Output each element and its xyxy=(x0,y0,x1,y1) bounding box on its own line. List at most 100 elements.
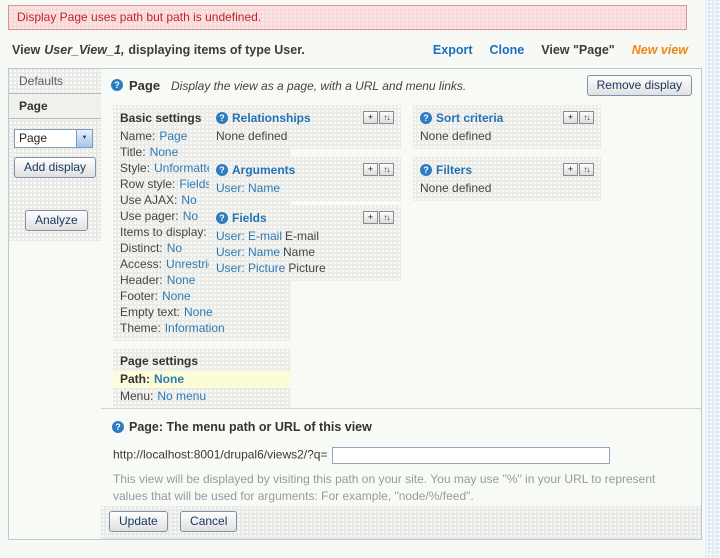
help-icon[interactable]: ? xyxy=(216,211,228,224)
field-item-link[interactable]: User: E-mail xyxy=(216,229,282,243)
view-summary: View User_View_1, displaying items of type… xyxy=(12,43,309,57)
setting-value-link[interactable]: None xyxy=(184,305,213,319)
help-icon[interactable]: ? xyxy=(420,111,432,124)
view-summary-prefix: View xyxy=(12,43,41,57)
help-icon[interactable]: ? xyxy=(216,111,228,124)
setting-label: Items to display: xyxy=(120,225,207,239)
filters-header: ? Filters + ↑↓ xyxy=(420,162,594,177)
field-item-link[interactable]: User: Name xyxy=(216,245,280,259)
add-icon[interactable]: + xyxy=(563,163,578,176)
setting-value-link[interactable]: No xyxy=(181,193,196,207)
path-edit-form: ? Page: The menu path or URL of this vie… xyxy=(101,408,701,539)
path-input[interactable] xyxy=(332,447,611,464)
add-icon[interactable]: + xyxy=(563,111,578,124)
argument-item-link[interactable]: User: Name xyxy=(216,181,280,195)
view-name: User_View_1, xyxy=(44,43,125,57)
relationships-title-link[interactable]: Relationships xyxy=(232,111,311,125)
path-url-row: http://localhost:8001/drupal6/views2/?q= xyxy=(113,447,611,464)
field-item-link[interactable]: User: Picture xyxy=(216,261,285,275)
export-link[interactable]: Export xyxy=(433,43,473,57)
setting-label: Use AJAX: xyxy=(120,193,178,207)
setting-label: Title: xyxy=(120,145,146,159)
display-settings-header: ? Page Display the view as a page, with … xyxy=(101,69,701,101)
field-item: User: Name Name xyxy=(216,244,394,260)
setting-row-footer: Footer: None xyxy=(120,288,284,304)
field-item: User: E-mail E-mail xyxy=(216,228,394,244)
url-prefix-label: http://localhost:8001/drupal6/views2/?q= xyxy=(113,447,328,462)
fields-box: ? Fields + ↑↓ User: E-mail E-mail User: N… xyxy=(209,205,401,281)
add-icon[interactable]: + xyxy=(363,163,378,176)
setting-label: Theme: xyxy=(120,321,161,335)
setting-value-link[interactable]: No xyxy=(183,209,198,223)
setting-label: Footer: xyxy=(120,289,159,303)
theme-background-strip xyxy=(705,0,720,558)
sort-criteria-header: ? Sort criteria + ↑↓ xyxy=(420,110,594,125)
tab-page[interactable]: Page xyxy=(9,94,101,119)
setting-value-link[interactable]: None xyxy=(162,289,191,303)
help-icon[interactable]: ? xyxy=(420,163,432,176)
setting-row-empty-text: Empty text: None xyxy=(120,304,284,320)
help-icon[interactable]: ? xyxy=(111,79,123,91)
add-icon[interactable]: + xyxy=(363,211,378,224)
remove-display-button[interactable]: Remove display xyxy=(586,75,692,96)
help-icon[interactable]: ? xyxy=(216,163,228,176)
setting-value-link[interactable]: Information xyxy=(165,321,225,335)
display-tabs-sidebar: Defaults Page Page ▼ Add display Analyze xyxy=(9,69,101,241)
menu-value-link[interactable]: No menu xyxy=(157,389,206,403)
path-form-header: ? Page: The menu path or URL of this vie… xyxy=(112,420,372,434)
arguments-header: ? Arguments + ↑↓ xyxy=(216,162,394,177)
relationships-empty-text: None defined xyxy=(216,129,288,143)
setting-value-link[interactable]: Fields xyxy=(179,177,211,191)
analyze-button[interactable]: Analyze xyxy=(25,210,88,231)
setting-label: Use pager: xyxy=(120,209,179,223)
add-icon[interactable]: + xyxy=(363,111,378,124)
page-settings-box: Page settings Path: None Menu: No menu xyxy=(113,349,291,408)
rearrange-icon[interactable]: ↑↓ xyxy=(379,163,394,176)
setting-label: Style: xyxy=(120,161,151,175)
add-display-button[interactable]: Add display xyxy=(14,157,97,178)
filters-controls: + ↑↓ xyxy=(563,163,594,176)
cancel-button[interactable]: Cancel xyxy=(180,511,238,532)
setting-row-path: Path: None xyxy=(113,371,291,388)
views-admin-page: Display Page uses path but path is undef… xyxy=(0,0,720,558)
fields-controls: + ↑↓ xyxy=(363,211,394,224)
fields-title-link[interactable]: Fields xyxy=(232,211,267,225)
setting-value-link[interactable]: No xyxy=(167,241,182,255)
setting-value-link[interactable]: Page xyxy=(159,129,187,143)
sort-criteria-empty-text: None defined xyxy=(420,129,492,143)
view-page-label[interactable]: View "Page" xyxy=(541,43,614,57)
setting-value-link[interactable]: None xyxy=(150,145,179,159)
filters-box: ? Filters + ↑↓ None defined xyxy=(413,157,601,201)
filters-title-link[interactable]: Filters xyxy=(436,163,472,177)
field-item-label: Picture xyxy=(288,261,326,275)
argument-item: User: Name xyxy=(216,180,394,196)
rearrange-icon[interactable]: ↑↓ xyxy=(379,211,394,224)
rearrange-icon[interactable]: ↑↓ xyxy=(379,111,394,124)
form-buttons-strip: Update Cancel xyxy=(101,506,701,539)
setting-label: Path: xyxy=(120,372,150,386)
setting-row-menu: Menu: No menu xyxy=(120,388,284,404)
arguments-box: ? Arguments + ↑↓ User: Name xyxy=(209,157,401,201)
setting-label: Access: xyxy=(120,257,163,271)
error-message-banner: Display Page uses path but path is undef… xyxy=(8,5,687,30)
sort-criteria-title-link[interactable]: Sort criteria xyxy=(436,111,503,125)
arguments-title-link[interactable]: Arguments xyxy=(232,163,295,177)
display-type-select[interactable]: Page ▼ xyxy=(14,129,93,148)
chevron-down-icon: ▼ xyxy=(76,130,92,147)
rearrange-icon[interactable]: ↑↓ xyxy=(579,111,594,124)
clone-link[interactable]: Clone xyxy=(490,43,525,57)
tab-defaults[interactable]: Defaults xyxy=(9,69,101,94)
view-summary-suffix: displaying items of type User. xyxy=(128,43,305,57)
help-icon[interactable]: ? xyxy=(112,421,124,433)
rearrange-icon[interactable]: ↑↓ xyxy=(579,163,594,176)
page-settings-title: Page settings xyxy=(120,354,199,368)
setting-value-link[interactable]: None xyxy=(167,273,196,287)
path-value-link[interactable]: None xyxy=(154,372,184,386)
fields-header: ? Fields + ↑↓ xyxy=(216,210,394,225)
setting-label: Name: xyxy=(120,129,156,143)
new-view-link[interactable]: New view xyxy=(632,43,688,57)
setting-label: Menu: xyxy=(120,389,154,403)
update-button[interactable]: Update xyxy=(109,511,168,532)
relationships-box: ? Relationships + ↑↓ None defined xyxy=(209,105,401,149)
display-description: Display the view as a page, with a URL a… xyxy=(171,79,467,93)
